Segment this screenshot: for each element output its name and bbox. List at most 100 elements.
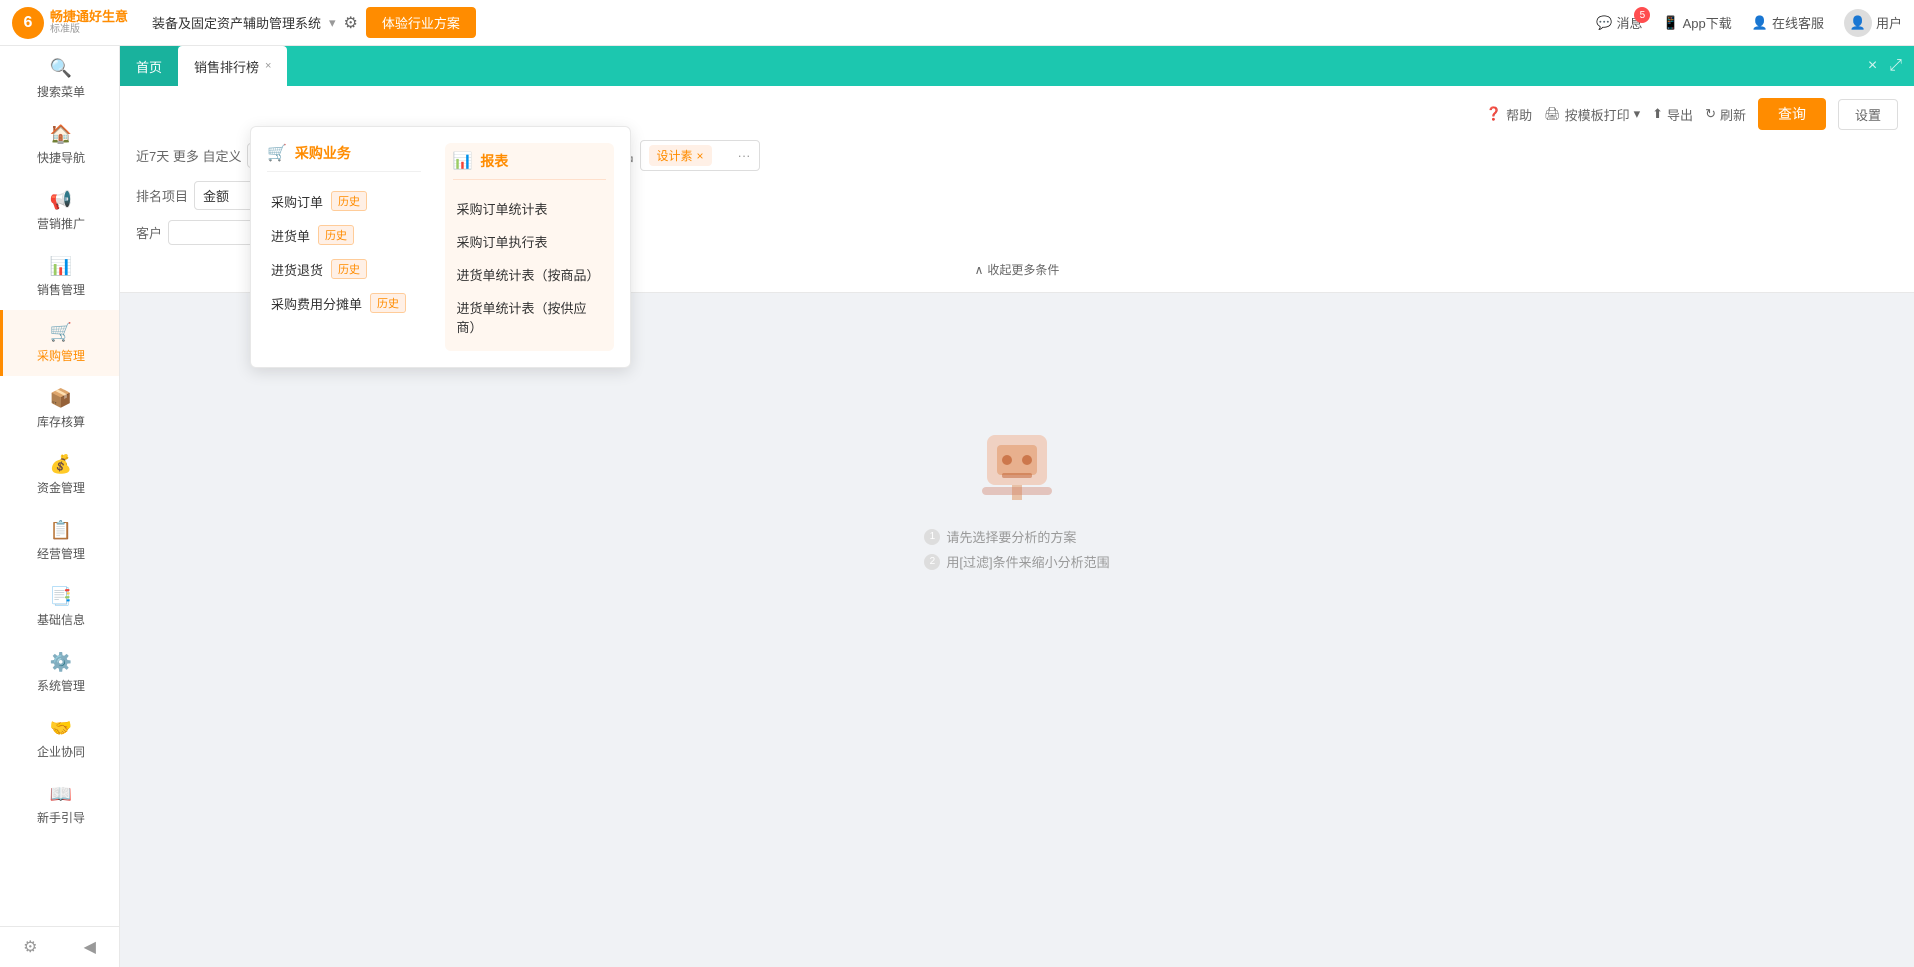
sidebar-item-collaboration[interactable]: 🤝 企业协同 [0,706,119,772]
message-icon: 💬 [1596,15,1612,31]
inbound-label: 进货单 [271,226,310,245]
sidebar-item-system[interactable]: ⚙️ 系统管理 [0,640,119,706]
sidebar-item-marketing[interactable]: 📢 营销推广 [0,178,119,244]
step1-num: 1 [924,529,940,545]
date-label: 近7天 更多 自定义 [136,146,241,165]
tab-home[interactable]: 首页 [120,46,178,86]
messages-button[interactable]: 💬 消息 5 [1596,13,1642,32]
print-label: 按模板打印 [1565,105,1630,124]
menu-item-inbound-return[interactable]: 进货退货 历史 [267,252,421,286]
sidebar-item-finance[interactable]: 💰 资金管理 [0,442,119,508]
purchase-section-title: 🛒 采购业务 [267,143,421,172]
sidebar-item-sales[interactable]: 📊 销售管理 [0,244,119,310]
sidebar-inventory-label: 库存核算 [37,413,85,430]
basic-info-icon: 📑 [50,586,72,607]
sidebar-item-purchase[interactable]: 🛒 采购管理 [0,310,119,376]
sidebar-collapse-icon[interactable]: ◀ [84,937,96,957]
customer-label: 客户 [136,223,162,242]
goods-tag-text: 设计素 [657,147,693,164]
sidebar-item-inventory[interactable]: 📦 库存核算 [0,376,119,442]
tab-sales-ranking-label: 销售排行榜 [194,57,259,76]
tab-bar-right: × ⤢ [1864,53,1914,79]
empty-hint-1: 1 请先选择要分析的方案 [924,527,1076,546]
report-section-label: 报表 [480,151,508,171]
sidebar-item-quicknav[interactable]: 🏠 快捷导航 [0,112,119,178]
system-dropdown-arrow[interactable]: ▾ [329,15,336,31]
sidebar-guide-label: 新手引导 [37,809,85,826]
empty-text: 1 请先选择要分析的方案 2 用[过滤]条件来缩小分析范围 [924,527,1109,571]
marketing-icon: 📢 [50,190,72,211]
header-right: 💬 消息 5 📱 App下载 👤 在线客服 👤 用户 [1596,9,1902,37]
header-center: 装备及固定资产辅助管理系统 ▾ ⚙ 体验行业方案 [152,7,1596,38]
goods-value[interactable]: 设计素 × ··· [640,140,760,171]
export-button[interactable]: ⬆ 导出 [1652,105,1693,124]
print-button[interactable]: 🖨 按模板打印 ▾ [1544,105,1640,124]
menu-item-inbound-stats-goods[interactable]: 进货单统计表（按商品） [453,258,607,291]
sidebar-basic-info-label: 基础信息 [37,611,85,628]
sidebar-item-basic-info[interactable]: 📑 基础信息 [0,574,119,640]
goods-tag: 设计素 × [649,145,712,166]
tab-sales-ranking[interactable]: 销售排行榜 × [178,46,287,86]
help-button[interactable]: ❓ 帮助 [1486,105,1532,124]
purchase-order-label: 采购订单 [271,192,323,211]
tab-expand-icon[interactable]: ⤢ [1885,53,1906,79]
finance-icon: 💰 [50,454,72,475]
goods-more-icon: ··· [738,148,751,163]
online-service-button[interactable]: 👤 在线客服 [1752,13,1824,32]
sidebar-collaboration-label: 企业协同 [37,743,85,760]
system-title: 装备及固定资产辅助管理系统 [152,13,321,32]
settings-button[interactable]: 设置 [1838,99,1898,130]
sidebar-item-operations[interactable]: 📋 经营管理 [0,508,119,574]
tab-home-label: 首页 [136,57,162,76]
menu-item-inbound-stats-supplier[interactable]: 进货单统计表（按供应商） [453,291,607,343]
sidebar-operations-label: 经营管理 [37,545,85,562]
user-button[interactable]: 👤 用户 [1844,9,1902,37]
logo-main: 畅捷通好生意 [50,9,128,25]
query-button[interactable]: 查询 [1758,98,1826,130]
menu-item-purchase-order-exec[interactable]: 采购订单执行表 [453,225,607,258]
purchase-section: 🛒 采购业务 采购订单 历史 进货单 历史 进货退货 历史 [267,143,421,351]
main-layout: 🔍 搜索菜单 🏠 快捷导航 📢 营销推广 📊 销售管理 🛒 采购管理 📦 库存核… [0,46,1914,967]
sidebar-settings-icon[interactable]: ⚙ [23,937,37,957]
help-label: 帮助 [1506,105,1532,124]
help-icon: ❓ [1486,106,1502,122]
menu-item-purchase-order[interactable]: 采购订单 历史 [267,184,421,218]
sidebar-item-guide[interactable]: 📖 新手引导 [0,772,119,838]
export-label: 导出 [1667,105,1693,124]
industry-button[interactable]: 体验行业方案 [366,7,476,38]
inbound-stats-goods-label: 进货单统计表（按商品） [457,265,600,284]
menu-item-purchase-order-stats[interactable]: 采购订单统计表 [453,192,607,225]
sidebar-purchase-label: 采购管理 [37,347,85,364]
inventory-icon: 📦 [50,388,72,409]
purchase-expense-history-tag: 历史 [370,293,406,313]
purchase-section-label: 采购业务 [295,143,351,163]
system-icon: ⚙️ [50,652,72,673]
collaboration-icon: 🤝 [50,718,72,739]
menu-item-inbound[interactable]: 进货单 历史 [267,218,421,252]
sidebar-item-search[interactable]: 🔍 搜索菜单 [0,46,119,112]
refresh-label: 刷新 [1720,105,1746,124]
system-settings-icon[interactable]: ⚙ [344,13,358,33]
app-download-button[interactable]: 📱 App下载 [1662,13,1731,32]
operations-icon: 📋 [50,520,72,541]
top-header: 6 畅捷通好生意 标准版 装备及固定资产辅助管理系统 ▾ ⚙ 体验行业方案 💬 … [0,0,1914,46]
content-area: 首页 销售排行榜 × × ⤢ ❓ 帮助 [120,46,1914,967]
home-icon: 🏠 [50,124,72,145]
rank-label: 排名项目 [136,186,188,205]
goods-tag-close[interactable]: × [697,149,704,163]
collapse-label: 收起更多条件 [987,261,1059,278]
step2-num: 2 [924,554,940,570]
sidebar-system-label: 系统管理 [37,677,85,694]
refresh-button[interactable]: ↻ 刷新 [1705,105,1746,124]
report-section: 📊 报表 采购订单统计表 采购订单执行表 进货单统计表（按商品） 进货单统计表（… [445,143,615,351]
menu-item-purchase-expense[interactable]: 采购费用分摊单 历史 [267,286,421,320]
purchase-dropdown-menu: 🛒 采购业务 采购订单 历史 进货单 历史 进货退货 历史 [250,126,631,368]
tab-bar: 首页 销售排行榜 × × ⤢ [120,46,1914,86]
tab-close-all-icon[interactable]: × [1864,53,1881,79]
purchase-order-history-tag: 历史 [331,191,367,211]
inbound-history-tag: 历史 [318,225,354,245]
purchase-icon: 🛒 [50,322,72,343]
tab-close-icon[interactable]: × [265,60,271,72]
logo-area: 6 畅捷通好生意 标准版 [12,7,132,39]
sidebar-search-label: 搜索菜单 [37,83,85,100]
